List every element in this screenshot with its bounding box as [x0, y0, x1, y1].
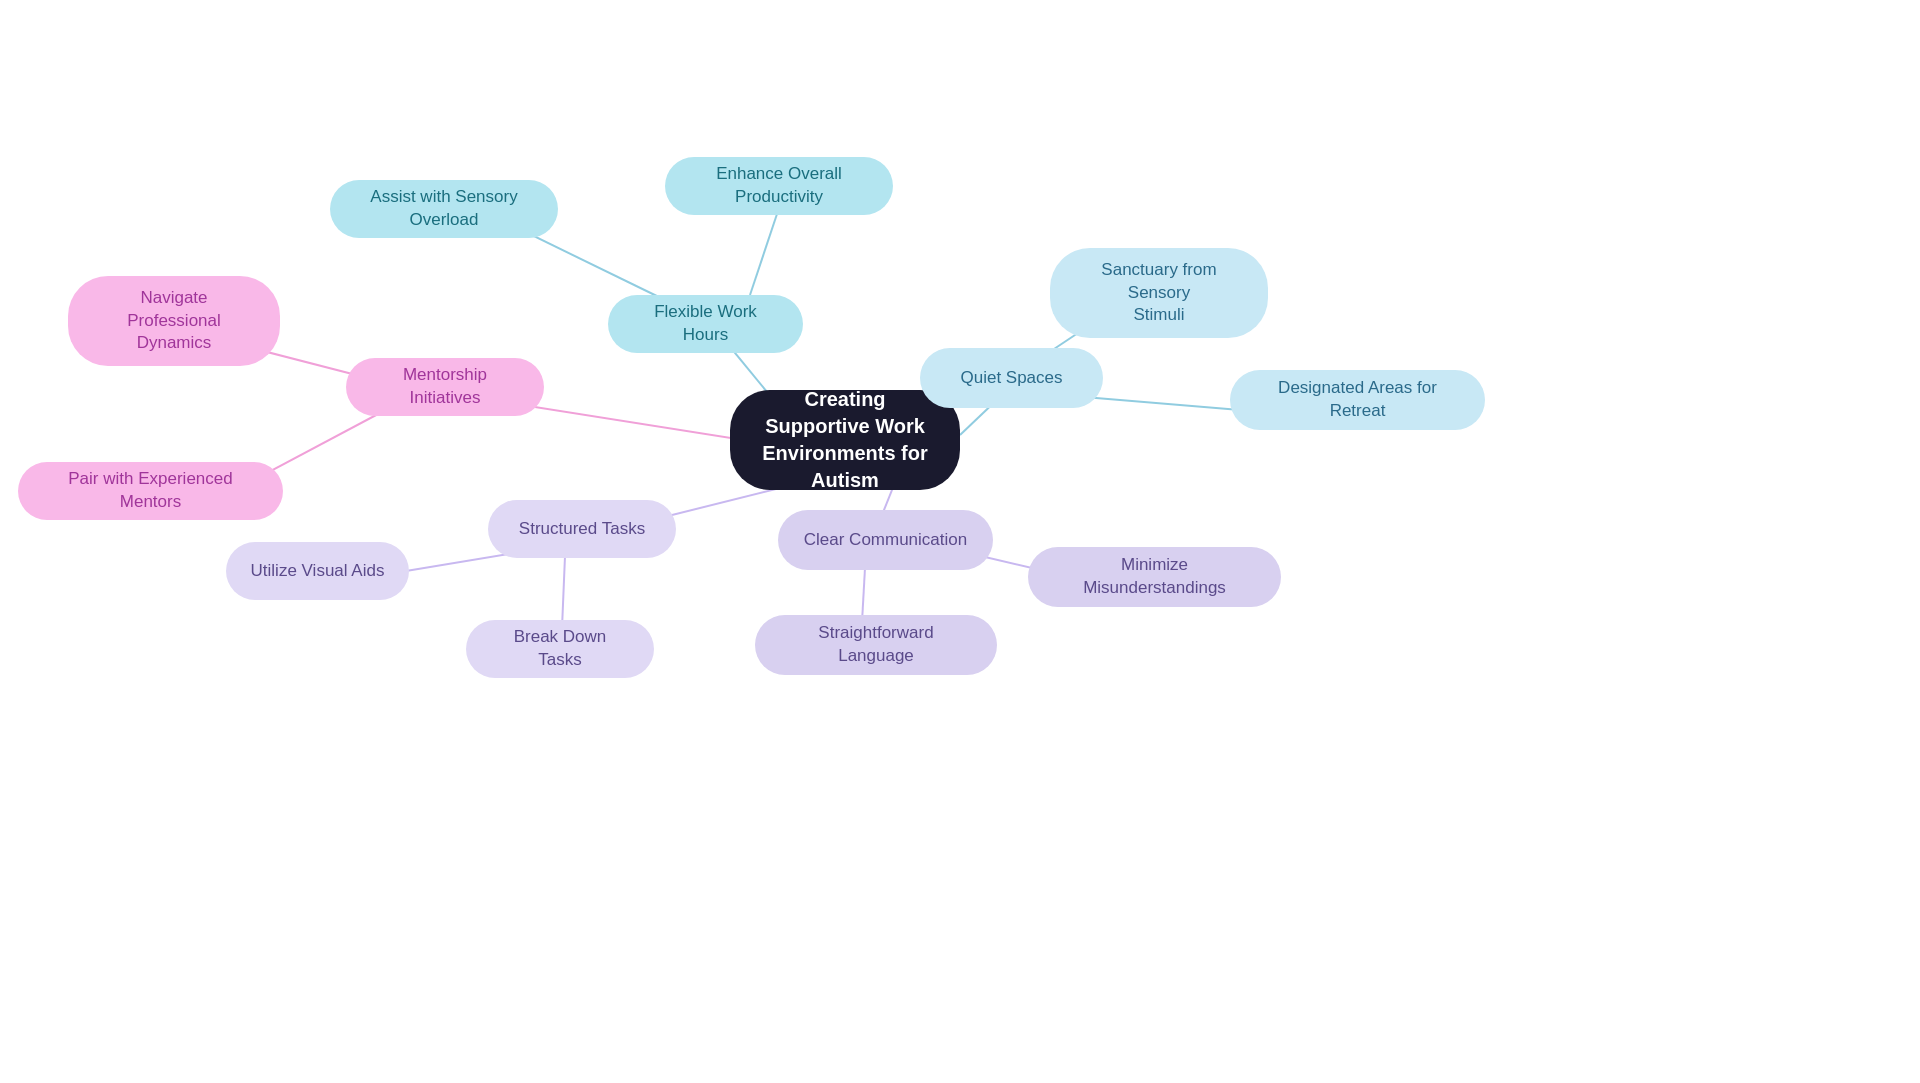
navigate-professional-node: Navigate Professional Dynamics — [68, 276, 280, 366]
pair-mentors-label: Pair with Experienced Mentors — [42, 468, 259, 514]
designated-areas-label: Designated Areas for Retreat — [1254, 377, 1461, 423]
enhance-productivity-label: Enhance Overall Productivity — [689, 163, 869, 209]
structured-tasks-node: Structured Tasks — [488, 500, 676, 558]
connection-line — [750, 205, 780, 295]
connection-line — [862, 568, 865, 622]
mentorship-label: Mentorship Initiatives — [370, 364, 520, 410]
straightforward-label: Straightforward Language — [779, 622, 973, 668]
assist-sensory-label: Assist with Sensory Overload — [354, 186, 534, 232]
mentorship-node: Mentorship Initiatives — [346, 358, 544, 416]
structured-tasks-label: Structured Tasks — [519, 518, 645, 541]
assist-sensory-node: Assist with Sensory Overload — [330, 180, 558, 238]
clear-communication-node: Clear Communication — [778, 510, 993, 570]
break-down-label: Break Down Tasks — [490, 626, 630, 672]
flexible-work-hours-label: Flexible Work Hours — [632, 301, 779, 347]
quiet-spaces-label: Quiet Spaces — [960, 367, 1062, 390]
straightforward-node: Straightforward Language — [755, 615, 997, 675]
minimize-misunderstandings-label: Minimize Misunderstandings — [1052, 554, 1257, 600]
center-node: Creating Supportive Work Environments fo… — [730, 390, 960, 490]
clear-communication-label: Clear Communication — [804, 529, 967, 552]
pair-mentors-node: Pair with Experienced Mentors — [18, 462, 283, 520]
flexible-work-hours-node: Flexible Work Hours — [608, 295, 803, 353]
navigate-professional-label: Navigate Professional Dynamics — [92, 287, 256, 356]
utilize-visual-label: Utilize Visual Aids — [251, 560, 385, 583]
sanctuary-label: Sanctuary from Sensory Stimuli — [1074, 259, 1244, 328]
connection-line — [562, 556, 565, 628]
designated-areas-node: Designated Areas for Retreat — [1230, 370, 1485, 430]
enhance-productivity-node: Enhance Overall Productivity — [665, 157, 893, 215]
center-label: Creating Supportive Work Environments fo… — [754, 386, 936, 494]
break-down-node: Break Down Tasks — [466, 620, 654, 678]
minimize-misunderstandings-node: Minimize Misunderstandings — [1028, 547, 1281, 607]
sanctuary-node: Sanctuary from Sensory Stimuli — [1050, 248, 1268, 338]
utilize-visual-node: Utilize Visual Aids — [226, 542, 409, 600]
quiet-spaces-node: Quiet Spaces — [920, 348, 1103, 408]
